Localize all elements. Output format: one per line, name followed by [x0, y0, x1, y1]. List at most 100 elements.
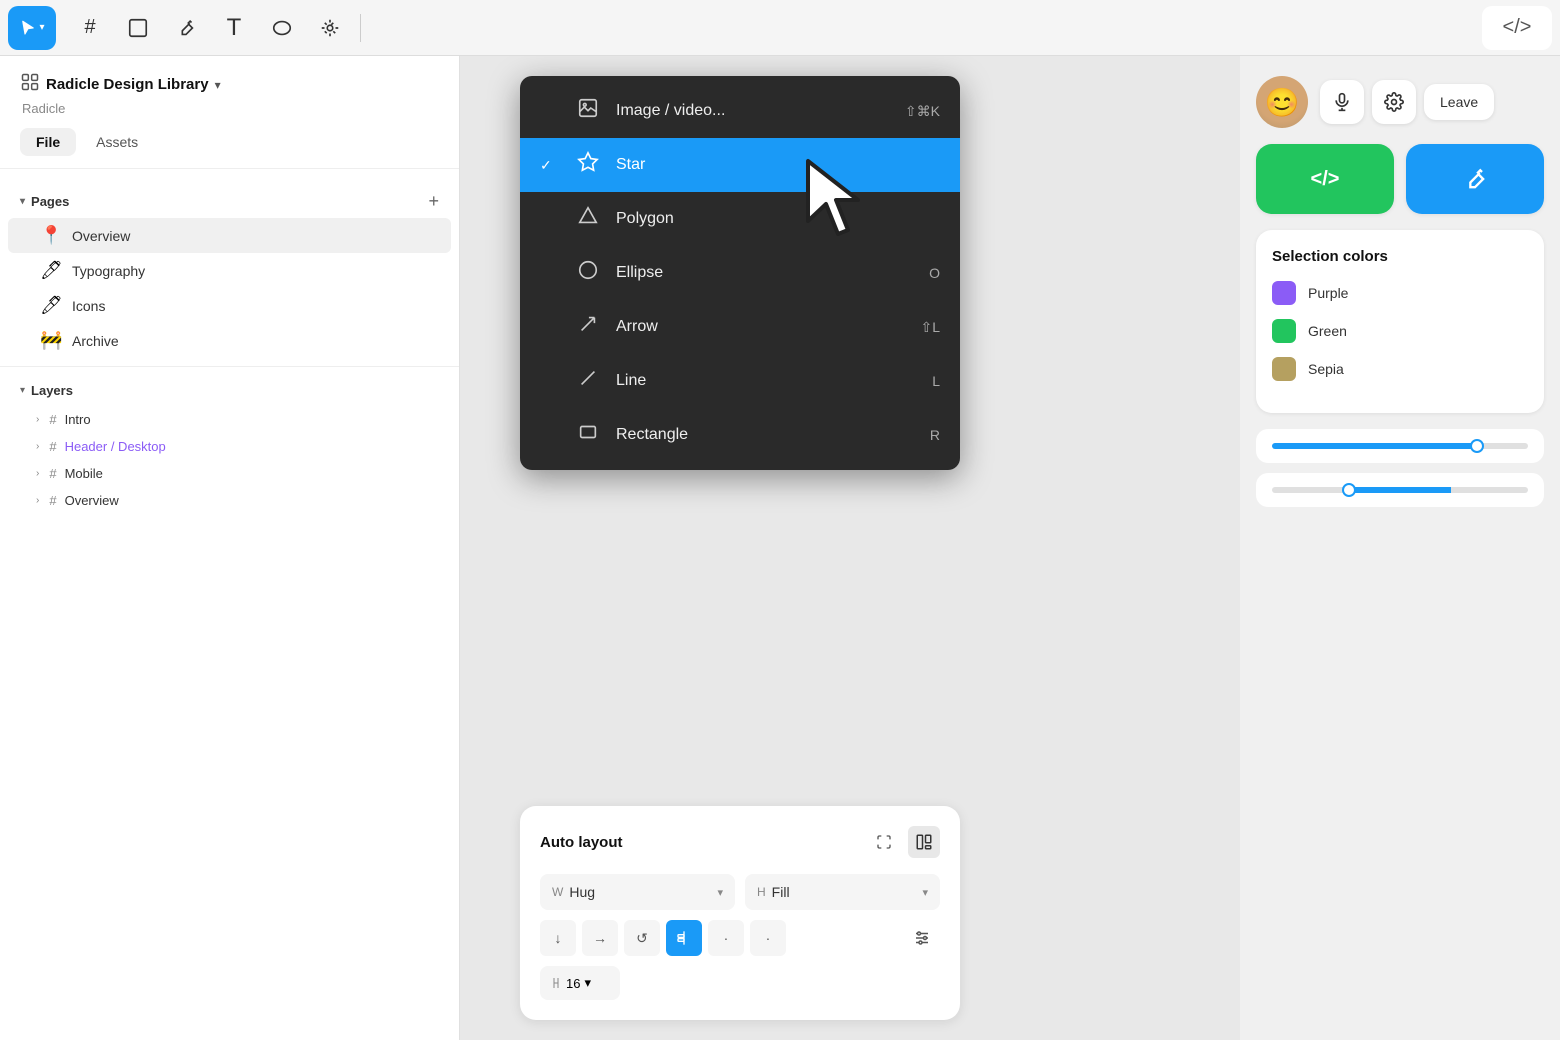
height-label: H: [757, 885, 766, 899]
archive-icon: 🚧: [40, 330, 62, 351]
align-row: ↓ → ↺ · ·: [540, 920, 940, 956]
shape-dropdown-menu: Image / video... ⇧⌘K ✓ Star Polygon: [520, 76, 960, 470]
blue-code-card[interactable]: [1406, 144, 1544, 214]
sidebar-header: Radicle Design Library ▾ Radicle File As…: [0, 56, 459, 169]
dropdown-item-star[interactable]: ✓ Star: [520, 138, 960, 192]
toolbar-divider: [360, 14, 361, 42]
tab-assets[interactable]: Assets: [80, 128, 154, 156]
slider-thumb-2[interactable]: [1342, 483, 1356, 497]
star-check: ✓: [540, 157, 560, 174]
brand-name: Radicle Design Library: [46, 76, 209, 93]
sliders-section: [1256, 429, 1544, 507]
text-tool-button[interactable]: T: [212, 6, 256, 50]
main-area: Radicle Design Library ▾ Radicle File As…: [0, 56, 1560, 1040]
align-center-h-button[interactable]: [666, 920, 702, 956]
align-tl-button[interactable]: ·: [708, 920, 744, 956]
typography-icon: 🖊: [40, 260, 62, 281]
frame-tool-button[interactable]: #: [68, 6, 112, 50]
pages-section-header[interactable]: ▾ Pages +: [0, 185, 459, 218]
sidebar-content: ▾ Pages + 📍 Overview 🖊 Typography 🖊 Icon…: [0, 169, 459, 1040]
layer-item-overview[interactable]: › # Overview: [8, 487, 451, 514]
align-settings-button[interactable]: [904, 920, 940, 956]
layers-section-header[interactable]: ▾ Layers: [0, 375, 459, 406]
rp-code-row: </>: [1256, 144, 1544, 214]
selection-colors-card: Selection colors Purple Green Sepia: [1256, 230, 1544, 413]
comment-tool-button[interactable]: [260, 6, 304, 50]
rp-controls: Leave: [1320, 80, 1544, 124]
height-select[interactable]: H Fill ▾: [745, 874, 940, 910]
user-avatar: 😊: [1256, 76, 1308, 128]
canvas[interactable]: Image / video... ⇧⌘K ✓ Star Polygon: [460, 56, 1240, 1040]
height-value: Fill: [772, 884, 923, 900]
slider-track-2[interactable]: [1272, 487, 1528, 493]
add-page-button[interactable]: +: [428, 191, 439, 212]
width-dropdown-arrow: ▾: [717, 886, 723, 899]
layout-options-button[interactable]: [908, 826, 940, 858]
layer-item-header-desktop[interactable]: › # Header / Desktop: [8, 433, 451, 460]
dropdown-item-line[interactable]: Line L: [520, 354, 960, 408]
spacing-input[interactable]: 16 ▾: [540, 966, 620, 1000]
dropdown-item-polygon[interactable]: Polygon: [520, 192, 960, 246]
sidebar-tabs: File Assets: [20, 128, 439, 156]
mic-button[interactable]: [1320, 80, 1364, 124]
line-icon: [576, 367, 600, 395]
dropdown-item-rectangle[interactable]: Rectangle R: [520, 408, 960, 462]
tool-dropdown-arrow: ▾: [39, 22, 44, 33]
slider-card-2: [1256, 473, 1544, 507]
width-select[interactable]: W Hug ▾: [540, 874, 735, 910]
align-tc-button[interactable]: ·: [750, 920, 786, 956]
toolbar: ▾ # T </>: [0, 0, 1560, 56]
layer-overview-chevron: ›: [36, 495, 39, 506]
sidebar-item-overview[interactable]: 📍 Overview: [8, 218, 451, 253]
layer-item-mobile[interactable]: › # Mobile: [8, 460, 451, 487]
green-label: Green: [1308, 323, 1347, 339]
color-item-purple[interactable]: Purple: [1272, 281, 1528, 305]
layer-mobile-label: Mobile: [65, 466, 103, 481]
code-view-button[interactable]: </>: [1482, 6, 1552, 50]
dropdown-item-image[interactable]: Image / video... ⇧⌘K: [520, 84, 960, 138]
selection-colors-title: Selection colors: [1272, 248, 1528, 265]
image-shortcut: ⇧⌘K: [905, 103, 940, 120]
color-item-sepia[interactable]: Sepia: [1272, 357, 1528, 381]
typography-label: Typography: [72, 263, 145, 279]
archive-label: Archive: [72, 333, 119, 349]
brand-dropdown-arrow[interactable]: ▾: [215, 78, 221, 92]
layer-intro-hash: #: [49, 412, 56, 427]
rectangle-tool-button[interactable]: [116, 6, 160, 50]
layer-intro-label: Intro: [65, 412, 91, 427]
image-icon: [576, 97, 600, 125]
plugin-tool-button[interactable]: [308, 6, 352, 50]
align-down-button[interactable]: ↓: [540, 920, 576, 956]
spacing-value: 16: [566, 976, 580, 991]
auto-layout-title: Auto layout: [540, 834, 623, 851]
align-right-button[interactable]: →: [582, 920, 618, 956]
rectangle-icon: [576, 421, 600, 449]
brand-row: Radicle Design Library ▾: [20, 72, 439, 97]
slider-track-1[interactable]: [1272, 443, 1528, 449]
align-wrap-button[interactable]: ↺: [624, 920, 660, 956]
dropdown-item-arrow[interactable]: Arrow ⇧L: [520, 300, 960, 354]
color-item-green[interactable]: Green: [1272, 319, 1528, 343]
arrow-label: Arrow: [616, 318, 904, 336]
layers-title: Layers: [31, 383, 73, 398]
code-view-icon: </>: [1503, 16, 1532, 39]
dropdown-item-ellipse[interactable]: Ellipse O: [520, 246, 960, 300]
sidebar-item-typography[interactable]: 🖊 Typography: [8, 253, 451, 288]
green-code-card[interactable]: </>: [1256, 144, 1394, 214]
cursor-tool-button[interactable]: ▾: [8, 6, 56, 50]
settings-button[interactable]: [1372, 80, 1416, 124]
layer-overview-hash: #: [49, 493, 56, 508]
leave-button[interactable]: Leave: [1424, 84, 1494, 120]
collapse-button[interactable]: [868, 826, 900, 858]
spacing-dropdown-arrow: ▾: [584, 975, 591, 991]
sidebar-divider: [0, 366, 459, 367]
pen-tool-button[interactable]: [164, 6, 208, 50]
rectangle-shortcut: R: [930, 427, 940, 443]
sidebar-item-icons[interactable]: 🖊 Icons: [8, 288, 451, 323]
tab-file[interactable]: File: [20, 128, 76, 156]
slider-thumb-1[interactable]: [1470, 439, 1484, 453]
layer-header-chevron: ›: [36, 441, 39, 452]
layer-item-intro[interactable]: › # Intro: [8, 406, 451, 433]
sidebar-item-archive[interactable]: 🚧 Archive: [8, 323, 451, 358]
overview-label: Overview: [72, 228, 130, 244]
